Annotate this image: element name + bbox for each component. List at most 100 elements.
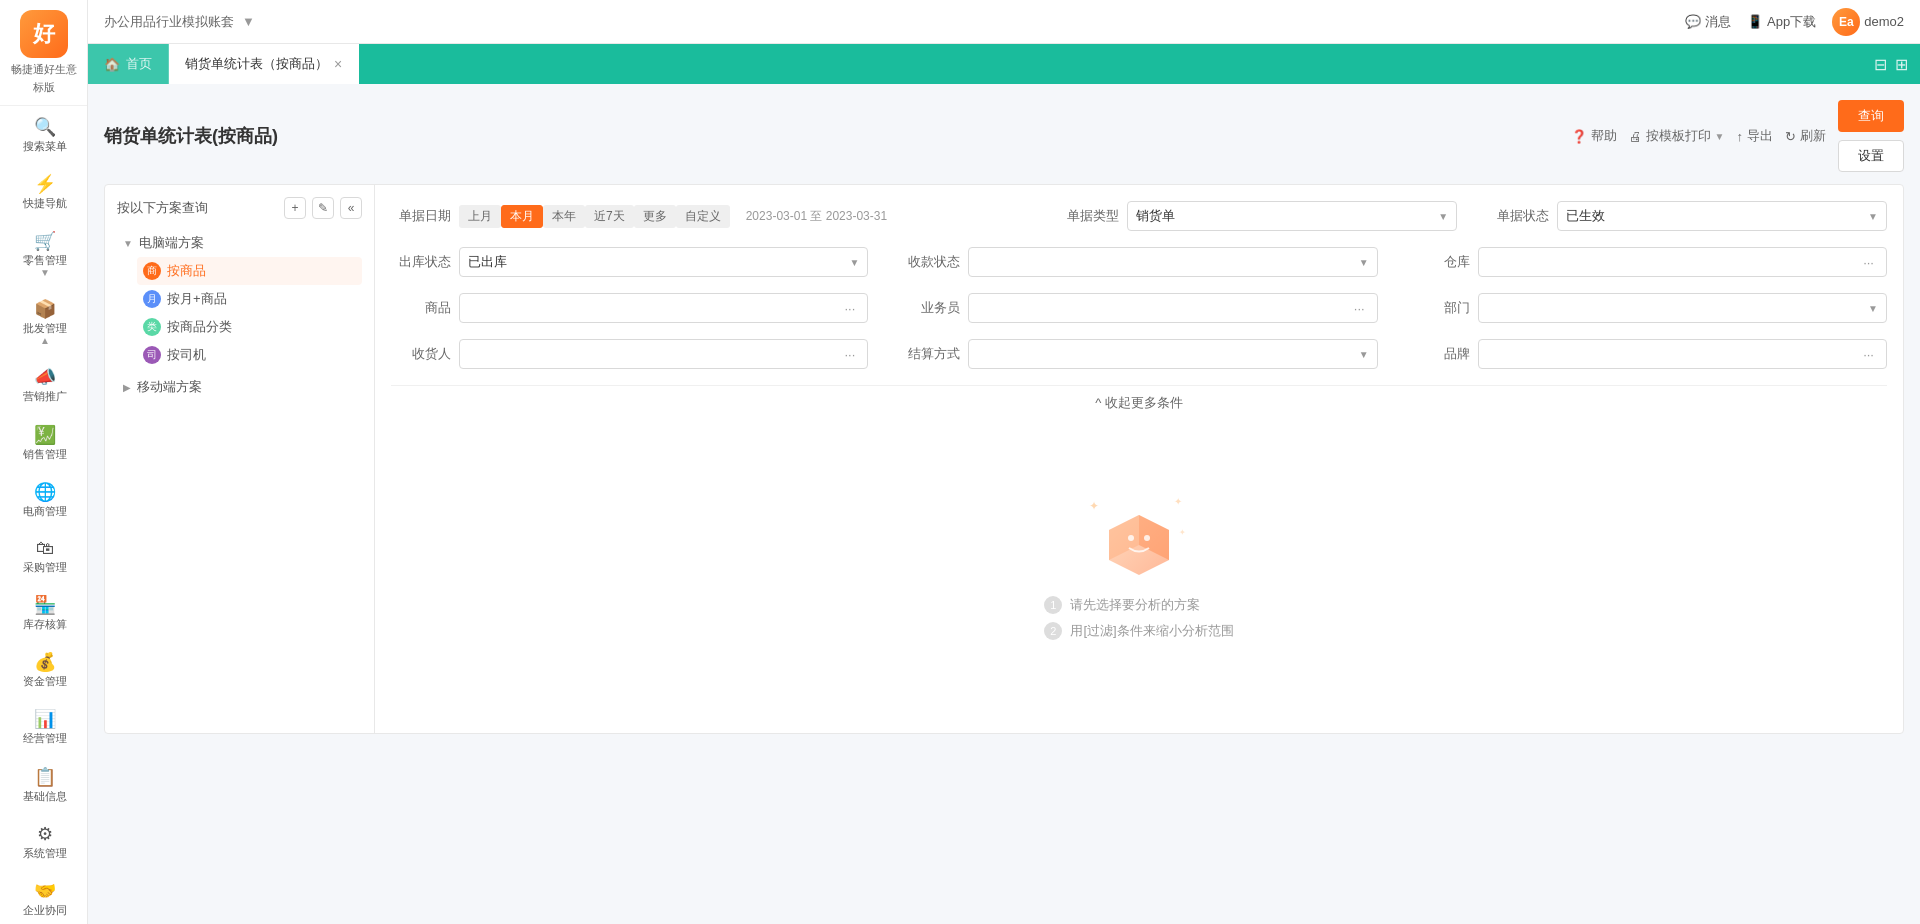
- sidebar-item-marketing[interactable]: 📣 营销推广: [0, 356, 87, 413]
- date-btn-7days[interactable]: 近7天: [585, 205, 634, 228]
- salesperson-select[interactable]: ···: [968, 293, 1377, 323]
- filter-warehouse-status-field: 出库状态 已出库 ▼: [391, 247, 868, 277]
- refresh-btn[interactable]: ↻ 刷新: [1785, 127, 1826, 145]
- add-icon: +: [291, 201, 298, 215]
- refresh-icon: ↻: [1785, 129, 1796, 144]
- print-label: 按模板打印: [1646, 127, 1711, 145]
- warehouse-select[interactable]: 已出库 ▼: [459, 247, 868, 277]
- step-2-number: 2: [1044, 622, 1062, 640]
- status-select[interactable]: 已生效 ▼: [1557, 201, 1887, 231]
- export-icon: ↑: [1737, 129, 1744, 144]
- finance-icon: 💰: [34, 651, 56, 673]
- date-btn-this-year[interactable]: 本年: [543, 205, 585, 228]
- basic-icon: 📋: [34, 766, 56, 788]
- sidebar-label-finance: 资金管理: [23, 675, 67, 688]
- settle-select[interactable]: ▼: [968, 339, 1377, 369]
- tab-maximize-btn[interactable]: ⊞: [1895, 55, 1908, 74]
- marketing-icon: 📣: [34, 366, 56, 388]
- export-btn[interactable]: ↑ 导出: [1737, 127, 1774, 145]
- storage-select[interactable]: ···: [1478, 247, 1887, 277]
- help-btn[interactable]: ❓ 帮助: [1571, 127, 1617, 145]
- print-btn[interactable]: 🖨 按模板打印 ▼: [1629, 127, 1725, 145]
- tree-parent-mobile[interactable]: ▶ 移动端方案: [117, 373, 362, 401]
- tab-home[interactable]: 🏠 首页: [88, 44, 169, 84]
- empty-state: ✦ ✦ ✦ 1 请先选择要分析的方案 2: [391, 420, 1887, 708]
- product-select[interactable]: ···: [459, 293, 868, 323]
- inventory-icon: 🏪: [34, 594, 56, 616]
- by-category-icon: 类: [143, 318, 161, 336]
- filter-panel-header: 按以下方案查询 + ✎ «: [117, 197, 362, 219]
- sidebar-item-quick[interactable]: ⚡ 快捷导航: [0, 163, 87, 220]
- sidebar-item-sales[interactable]: 💹 销售管理: [0, 414, 87, 471]
- receiver-select[interactable]: ···: [459, 339, 868, 369]
- filter-collapse-btn[interactable]: «: [340, 197, 362, 219]
- tree-child-by-product[interactable]: 商 按商品: [137, 257, 362, 285]
- tab-minimize-btn[interactable]: ⊟: [1874, 55, 1887, 74]
- tree-child-by-category[interactable]: 类 按商品分类: [137, 313, 362, 341]
- messages-btn[interactable]: 💬 消息: [1685, 13, 1731, 31]
- sidebar-label-marketing: 营销推广: [23, 390, 67, 403]
- storage-dots[interactable]: ···: [1859, 255, 1878, 270]
- brand-select[interactable]: ···: [1478, 339, 1887, 369]
- filter-edit-btn[interactable]: ✎: [312, 197, 334, 219]
- page-title: 销货单统计表(按商品): [104, 124, 278, 148]
- filter-status-field: 单据状态 已生效 ▼: [1489, 201, 1887, 231]
- product-label: 商品: [391, 299, 451, 317]
- department-label: 部门: [1410, 299, 1470, 317]
- page-inner: 销货单统计表(按商品) ❓ 帮助 🖨 按模板打印 ▼ ↑ 导出: [88, 84, 1920, 750]
- sidebar-item-inventory[interactable]: 🏪 库存核算: [0, 584, 87, 641]
- sidebar-item-system[interactable]: ⚙ 系统管理: [0, 813, 87, 870]
- type-arrow: ▼: [1438, 211, 1448, 222]
- sidebar-item-basic[interactable]: 📋 基础信息: [0, 756, 87, 813]
- brand-dots[interactable]: ···: [1859, 347, 1878, 362]
- header-right: 💬 消息 📱 App下载 Ea demo2: [1685, 8, 1904, 36]
- department-select[interactable]: ▼: [1478, 293, 1887, 323]
- collapse-bar[interactable]: ^ 收起更多条件: [391, 385, 1887, 420]
- tree-parent-desktop[interactable]: ▼ 电脑端方案: [117, 229, 362, 257]
- date-btn-last-month[interactable]: 上月: [459, 205, 501, 228]
- tab-close-btn[interactable]: ×: [334, 56, 342, 72]
- date-btn-more[interactable]: 更多: [634, 205, 676, 228]
- warehouse-label: 出库状态: [391, 253, 451, 271]
- page-actions: ❓ 帮助 🖨 按模板打印 ▼ ↑ 导出 ↻ 刷新: [1571, 100, 1904, 172]
- by-category-label: 按商品分类: [167, 318, 232, 336]
- search-nav-icon: 🔍: [34, 116, 56, 138]
- filter-add-btn[interactable]: +: [284, 197, 306, 219]
- tree-child-by-month-product[interactable]: 月 按月+商品: [137, 285, 362, 313]
- app-download-btn[interactable]: 📱 App下载: [1747, 13, 1816, 31]
- receiver-label: 收货人: [391, 345, 451, 363]
- date-btn-this-month[interactable]: 本月: [501, 205, 543, 228]
- two-panel: 按以下方案查询 + ✎ «: [104, 184, 1904, 734]
- date-btn-custom[interactable]: 自定义: [676, 205, 730, 228]
- export-label: 导出: [1747, 127, 1773, 145]
- warehouse-arrow: ▼: [849, 257, 859, 268]
- header-dropdown-icon[interactable]: ▼: [242, 14, 255, 29]
- sidebar-item-ecommerce[interactable]: 🌐 电商管理: [0, 471, 87, 528]
- query-button[interactable]: 查询: [1838, 100, 1904, 132]
- tab-report[interactable]: 销货单统计表（按商品） ×: [169, 44, 359, 84]
- settings-button[interactable]: 设置: [1838, 140, 1904, 172]
- sidebar: 好 畅捷通好生意 标版 🔍 搜索菜单 ⚡ 快捷导航 🛒 零售管理 ▼ 📦 批发管…: [0, 0, 88, 924]
- tree-child-by-cashier[interactable]: 司 按司机: [137, 341, 362, 369]
- sidebar-item-retail[interactable]: 🛒 零售管理 ▼: [0, 220, 87, 288]
- sidebar-item-enterprise[interactable]: 🤝 企业协同: [0, 870, 87, 924]
- product-dots[interactable]: ···: [840, 301, 859, 316]
- salesperson-dots[interactable]: ···: [1350, 301, 1369, 316]
- step-1-text: 请先选择要分析的方案: [1070, 596, 1200, 614]
- phone-icon: 📱: [1747, 14, 1763, 29]
- collapse-icon: «: [348, 201, 355, 215]
- logo-text: 畅捷通好生意: [11, 62, 77, 76]
- date-label: 单据日期: [391, 207, 451, 225]
- sidebar-item-wholesale[interactable]: 📦 批发管理 ▲: [0, 288, 87, 356]
- sidebar-item-search[interactable]: 🔍 搜索菜单: [0, 106, 87, 163]
- by-cashier-icon: 司: [143, 346, 161, 364]
- collect-select[interactable]: ▼: [968, 247, 1377, 277]
- sidebar-item-operation[interactable]: 📊 经营管理: [0, 698, 87, 755]
- filter-storage-field: 仓库 ···: [1410, 247, 1887, 277]
- user-profile[interactable]: Ea demo2: [1832, 8, 1904, 36]
- receiver-dots[interactable]: ···: [840, 347, 859, 362]
- type-select[interactable]: 销货单 ▼: [1127, 201, 1457, 231]
- sidebar-item-purchase[interactable]: 🛍 采购管理: [0, 528, 87, 584]
- tab-home-label: 首页: [126, 55, 152, 73]
- sidebar-item-finance[interactable]: 💰 资金管理: [0, 641, 87, 698]
